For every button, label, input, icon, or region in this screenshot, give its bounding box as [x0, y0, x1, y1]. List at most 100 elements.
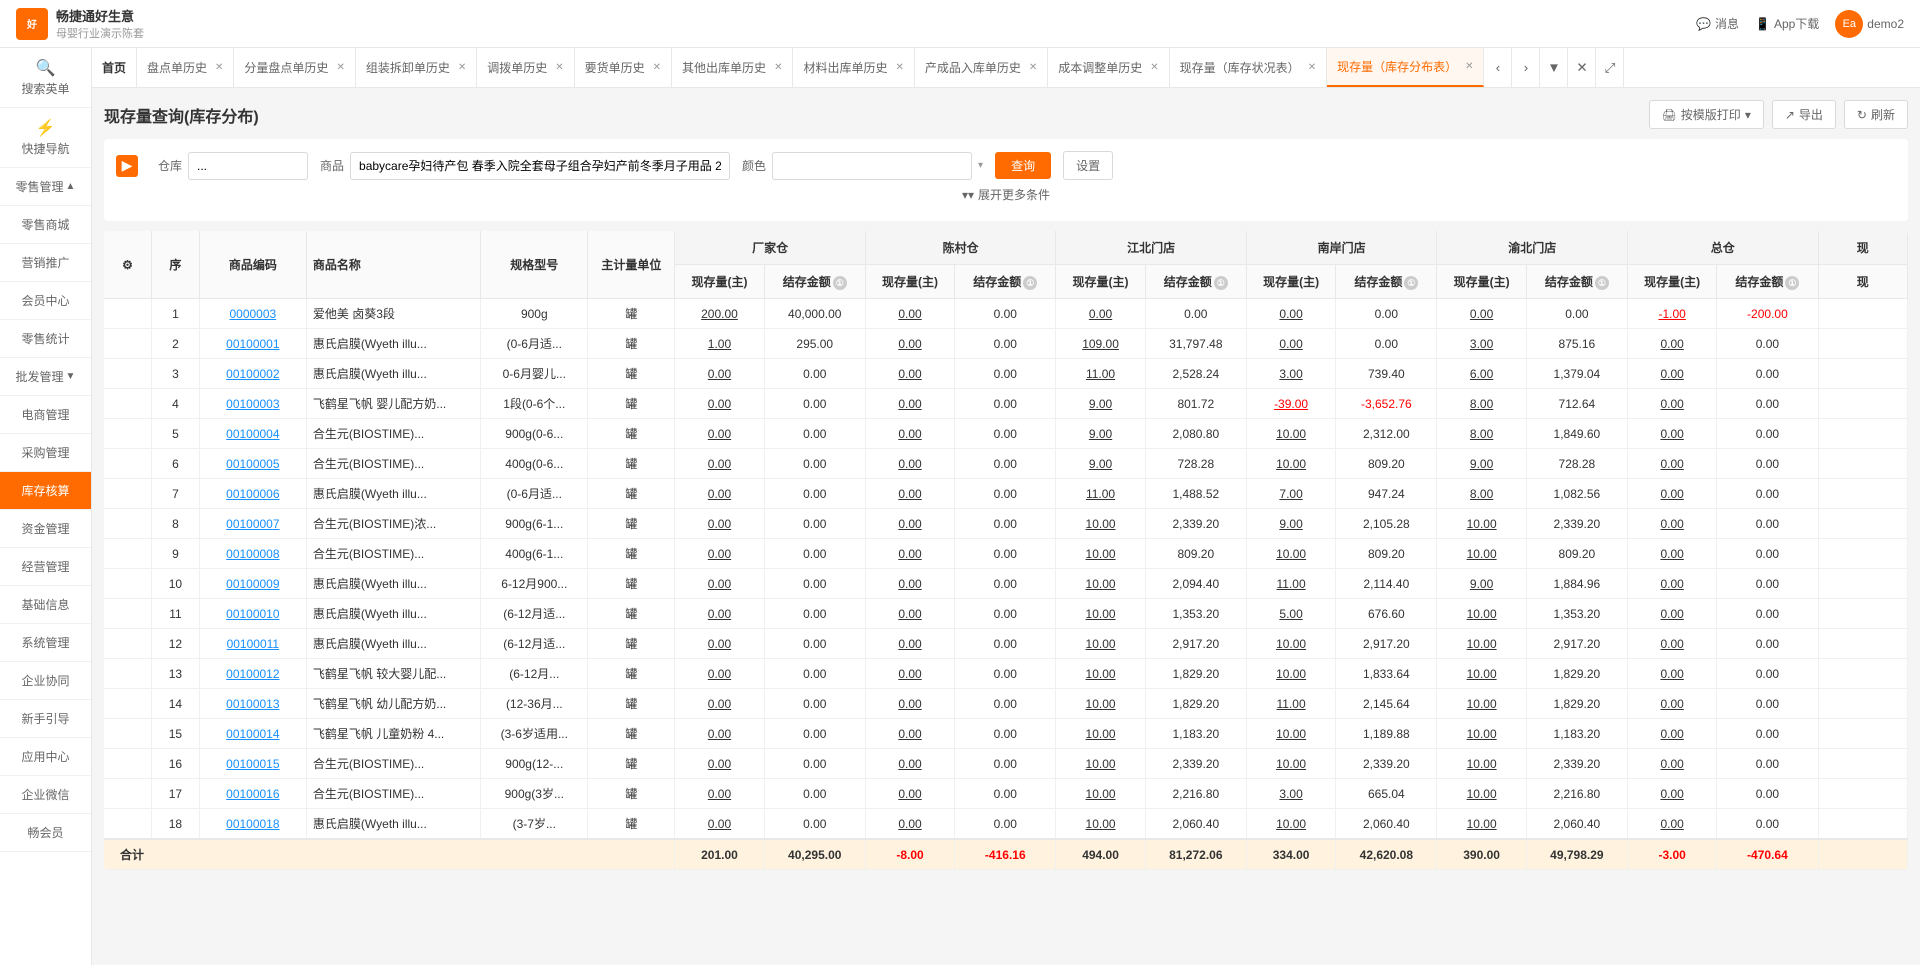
td-jiangbei-current[interactable]: 10.00	[1056, 539, 1145, 569]
td-nanan-current[interactable]: 3.00	[1246, 779, 1335, 809]
product-input[interactable]	[350, 152, 730, 180]
info-icon[interactable]: ①	[1404, 276, 1418, 290]
tab-order[interactable]: 要货单历史 ✕	[575, 48, 672, 87]
td-jiangbei-current[interactable]: 9.00	[1056, 389, 1145, 419]
td-code[interactable]: 00100007	[199, 509, 306, 539]
td-nanan-current[interactable]: 7.00	[1246, 479, 1335, 509]
tab-nav-menu[interactable]: ▼	[1540, 48, 1568, 87]
tab-close-icon[interactable]: ✕	[215, 62, 223, 73]
sidebar-item-basic[interactable]: 基础信息	[0, 586, 91, 624]
td-yubei-current[interactable]: 10.00	[1437, 809, 1526, 840]
td-nanan-current[interactable]: -39.00	[1246, 389, 1335, 419]
td-chenlu-current[interactable]: 0.00	[865, 719, 954, 749]
tab-inventory-check2[interactable]: 分量盘点单历史 ✕	[234, 48, 355, 87]
sidebar-item-corp[interactable]: 企业协同	[0, 662, 91, 700]
tab-other-out[interactable]: 其他出库单历史 ✕	[672, 48, 793, 87]
td-nanan-current[interactable]: 10.00	[1246, 449, 1335, 479]
td-yubei-current[interactable]: 10.00	[1437, 509, 1526, 539]
tab-nav-prev[interactable]: ‹	[1484, 48, 1512, 87]
td-factory-current[interactable]: 0.00	[675, 449, 764, 479]
td-factory-current[interactable]: 0.00	[675, 359, 764, 389]
td-total-current[interactable]: 0.00	[1627, 359, 1716, 389]
td-factory-current[interactable]: 1.00	[675, 329, 764, 359]
td-total-current[interactable]: 0.00	[1627, 629, 1716, 659]
td-total-current[interactable]: 0.00	[1627, 419, 1716, 449]
tab-transfer[interactable]: 调拨单历史 ✕	[477, 48, 574, 87]
tab-expand[interactable]: ⤢	[1596, 48, 1624, 87]
td-jiangbei-current[interactable]: 10.00	[1056, 569, 1145, 599]
td-jiangbei-current[interactable]: 11.00	[1056, 359, 1145, 389]
td-total-current[interactable]: 0.00	[1627, 479, 1716, 509]
tab-close-icon[interactable]: ✕	[1150, 62, 1158, 73]
td-yubei-current[interactable]: 9.00	[1437, 449, 1526, 479]
tab-close-icon[interactable]: ✕	[653, 62, 661, 73]
td-yubei-current[interactable]: 10.00	[1437, 629, 1526, 659]
td-jiangbei-current[interactable]: 10.00	[1056, 509, 1145, 539]
td-jiangbei-current[interactable]: 9.00	[1056, 449, 1145, 479]
td-chenlu-current[interactable]: 0.00	[865, 599, 954, 629]
user-profile[interactable]: Ea demo2	[1835, 10, 1904, 38]
sidebar-item-marketing[interactable]: 营销推广	[0, 244, 91, 282]
td-chenlu-current[interactable]: 0.00	[865, 749, 954, 779]
sidebar-item-retail[interactable]: 零售管理 ▲	[0, 168, 91, 206]
th-settings[interactable]: ⚙	[104, 231, 152, 299]
td-chenlu-current[interactable]: 0.00	[865, 449, 954, 479]
tab-product-in[interactable]: 产成品入库单历史 ✕	[915, 48, 1048, 87]
td-chenlu-current[interactable]: 0.00	[865, 359, 954, 389]
td-total-current[interactable]: 0.00	[1627, 509, 1716, 539]
td-total-current[interactable]: 0.00	[1627, 569, 1716, 599]
tab-close-icon[interactable]: ✕	[1465, 61, 1473, 72]
collapse-arrow[interactable]: ▶	[116, 155, 138, 177]
td-chenlu-current[interactable]: 0.00	[865, 539, 954, 569]
td-nanan-current[interactable]: 10.00	[1246, 659, 1335, 689]
td-chenlu-current[interactable]: 0.00	[865, 689, 954, 719]
info-icon[interactable]: ①	[1023, 276, 1037, 290]
sidebar-item-system[interactable]: 系统管理	[0, 624, 91, 662]
td-code[interactable]: 00100014	[199, 719, 306, 749]
tab-cost-adj[interactable]: 成本调整单历史 ✕	[1048, 48, 1169, 87]
td-code[interactable]: 00100018	[199, 809, 306, 840]
td-jiangbei-current[interactable]: 10.00	[1056, 659, 1145, 689]
td-code[interactable]: 00100012	[199, 659, 306, 689]
color-input[interactable]	[772, 152, 972, 180]
td-nanan-current[interactable]: 11.00	[1246, 689, 1335, 719]
td-factory-current[interactable]: 0.00	[675, 689, 764, 719]
td-total-current[interactable]: 0.00	[1627, 779, 1716, 809]
td-factory-current[interactable]: 0.00	[675, 749, 764, 779]
expand-row[interactable]: ▾▾ 展开更多条件	[116, 180, 1896, 209]
td-yubei-current[interactable]: 10.00	[1437, 599, 1526, 629]
td-yubei-current[interactable]: 10.00	[1437, 689, 1526, 719]
td-chenlu-current[interactable]: 0.00	[865, 569, 954, 599]
td-yubei-current[interactable]: 10.00	[1437, 719, 1526, 749]
td-code[interactable]: 00100006	[199, 479, 306, 509]
td-chenlu-current[interactable]: 0.00	[865, 419, 954, 449]
td-total-current[interactable]: 0.00	[1627, 599, 1716, 629]
tab-inventory-check[interactable]: 盘点单历史 ✕	[137, 48, 234, 87]
td-jiangbei-current[interactable]: 109.00	[1056, 329, 1145, 359]
sidebar-item-purchase[interactable]: 采购管理	[0, 434, 91, 472]
sidebar-item-finance[interactable]: 资金管理	[0, 510, 91, 548]
td-nanan-current[interactable]: 0.00	[1246, 329, 1335, 359]
info-icon[interactable]: ①	[833, 276, 847, 290]
td-factory-current[interactable]: 0.00	[675, 389, 764, 419]
refresh-button[interactable]: ↻ 刷新	[1844, 100, 1908, 129]
td-factory-current[interactable]: 0.00	[675, 599, 764, 629]
td-factory-current[interactable]: 0.00	[675, 539, 764, 569]
color-dropdown-icon[interactable]: ▾	[978, 160, 983, 171]
sidebar-item-inventory[interactable]: 库存核算	[0, 472, 91, 510]
td-code[interactable]: 00100010	[199, 599, 306, 629]
info-icon[interactable]: ①	[1595, 276, 1609, 290]
warehouse-input[interactable]	[188, 152, 308, 180]
td-total-current[interactable]: 0.00	[1627, 689, 1716, 719]
sidebar-item-member[interactable]: 会员中心	[0, 282, 91, 320]
td-factory-current[interactable]: 0.00	[675, 509, 764, 539]
td-total-current[interactable]: 0.00	[1627, 749, 1716, 779]
settings-button[interactable]: 设置	[1063, 151, 1113, 180]
sidebar-item-corp-weixin[interactable]: 企业微信	[0, 776, 91, 814]
td-nanan-current[interactable]: 0.00	[1246, 299, 1335, 329]
td-code[interactable]: 0000003	[199, 299, 306, 329]
td-code[interactable]: 00100005	[199, 449, 306, 479]
td-total-current[interactable]: 0.00	[1627, 659, 1716, 689]
info-icon[interactable]: ①	[1214, 276, 1228, 290]
td-total-current[interactable]: 0.00	[1627, 389, 1716, 419]
